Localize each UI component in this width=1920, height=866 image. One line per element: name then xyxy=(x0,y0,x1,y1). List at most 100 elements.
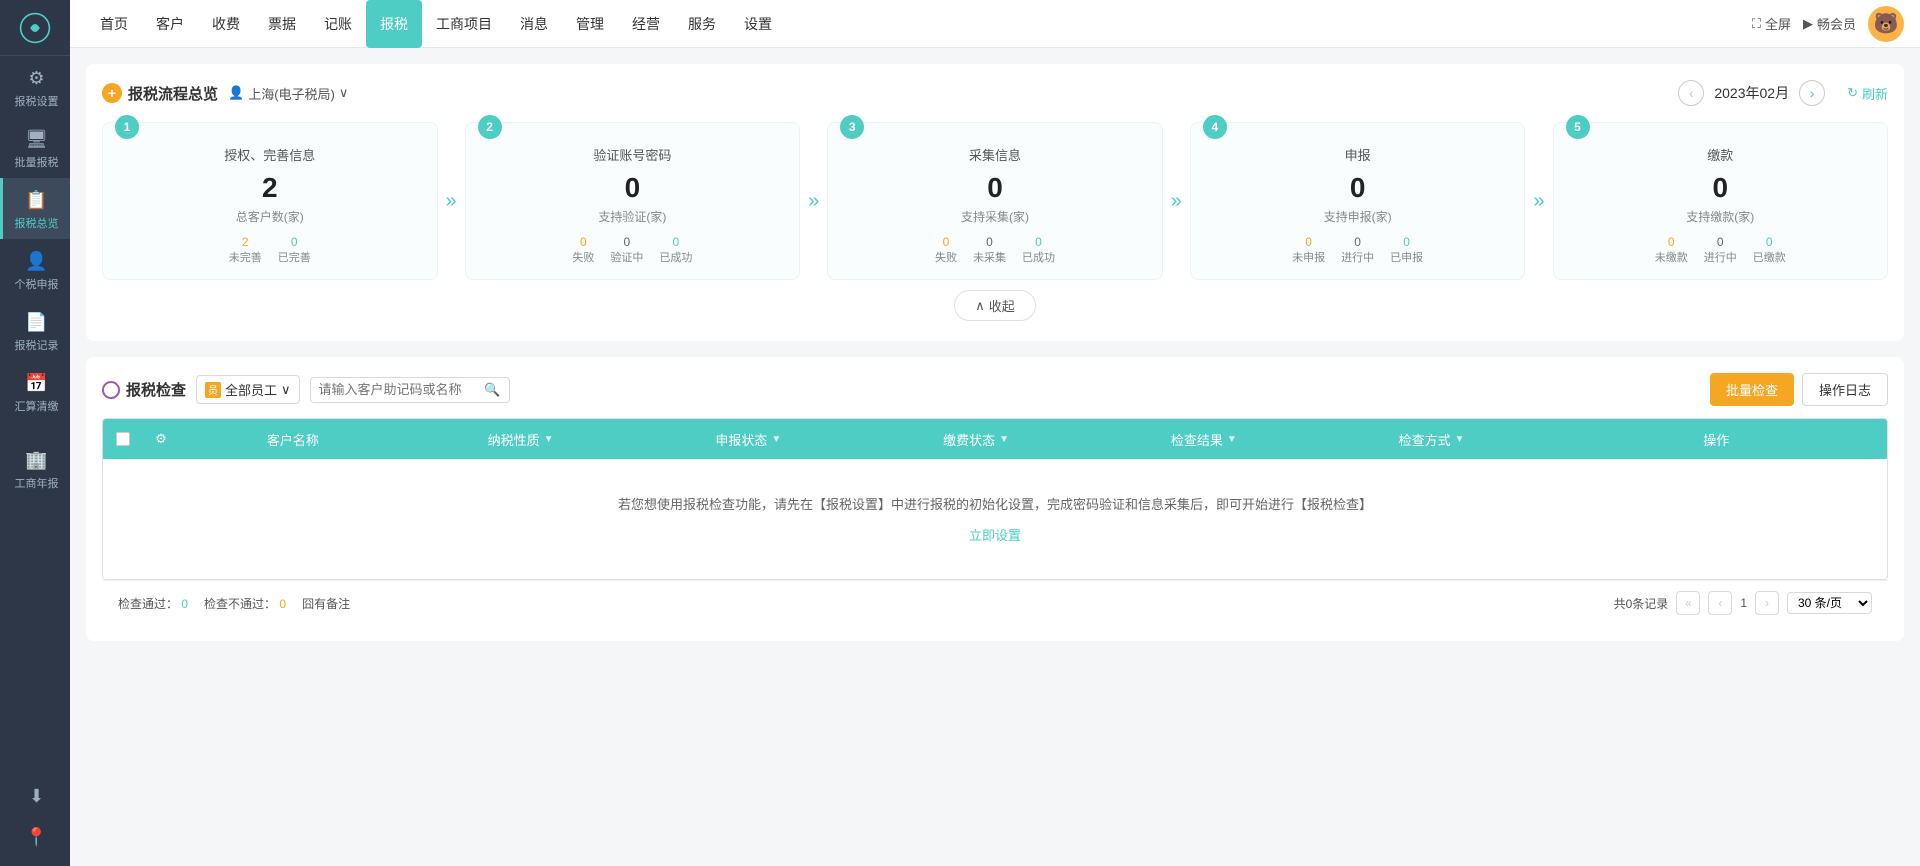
arrow-1: » xyxy=(438,122,465,280)
top-navigation: 首页 客户 收费 票据 记账 报税 工商项目 消息 管理 经营 服务 设置 ⛶ … xyxy=(70,0,1920,48)
sidebar-item-settlement[interactable]: 📅 汇算清缴 xyxy=(0,361,70,422)
sidebar-item-annual-report[interactable]: 🏢 工商年报 xyxy=(0,438,70,499)
table-header: ⚙ 客户名称 纳税性质 ▼ 申报状态 ▼ 缴费状态 ▼ xyxy=(103,419,1887,459)
sidebar: ⚙ 报税设置 🖥 批量报税 📋 报税总览 👤 个税申报 📄 报税记录 📅 汇算清… xyxy=(0,0,70,866)
sidebar-label-annual-report: 工商年报 xyxy=(15,475,59,491)
gear-icon: ⚙ xyxy=(155,431,167,447)
sidebar-item-download[interactable]: ⬇ xyxy=(0,774,70,815)
sidebar-item-personal-report[interactable]: 👤 个税申报 xyxy=(0,239,70,300)
step-4-sub: 支持申报(家) xyxy=(1207,208,1509,225)
step-4-stats: 0 未申报 0 进行中 0 已申报 xyxy=(1207,235,1509,265)
search-input-wrap: 🔍 xyxy=(310,377,510,403)
col-gear-header[interactable]: ⚙ xyxy=(143,431,179,447)
step-1-stat-0[interactable]: 2 未完善 xyxy=(229,235,262,265)
topnav-right: ⛶ 全屏 ▶ 畅会员 🐻 xyxy=(1752,6,1904,42)
batch-check-button[interactable]: 批量检查 xyxy=(1710,373,1794,406)
step-4-stat-0[interactable]: 0 未申报 xyxy=(1292,235,1325,265)
step-2-title: 验证账号密码 xyxy=(482,145,784,164)
location-badge[interactable]: 👤 上海(电子税局) ∨ xyxy=(228,84,348,103)
sidebar-item-tax-settings[interactable]: ⚙ 报税设置 xyxy=(0,56,70,117)
step-4-stat-2[interactable]: 0 已申报 xyxy=(1390,235,1423,265)
fail-value[interactable]: 0 xyxy=(279,597,286,611)
check-result-filter-icon[interactable]: ▼ xyxy=(1227,434,1237,445)
sidebar-item-location[interactable]: 📍 xyxy=(0,815,70,856)
sidebar-item-batch-tax[interactable]: 🖥 批量报税 xyxy=(0,117,70,178)
operation-log-button[interactable]: 操作日志 xyxy=(1802,373,1888,406)
collapse-up-icon: ∧ xyxy=(975,298,985,314)
check-table: ⚙ 客户名称 纳税性质 ▼ 申报状态 ▼ 缴费状态 ▼ xyxy=(102,418,1888,580)
pass-label: 检查通过： 0 xyxy=(118,595,188,612)
fullscreen-button[interactable]: ⛶ 全屏 xyxy=(1752,14,1791,33)
employee-filter[interactable]: 员 全部员工 ∨ xyxy=(196,375,300,404)
app-logo xyxy=(0,0,70,56)
step-3-count: 0 xyxy=(844,172,1146,204)
nav-fees[interactable]: 收费 xyxy=(198,0,254,48)
annual-report-icon: 🏢 xyxy=(25,450,47,471)
step-3-stat-0[interactable]: 0 失败 xyxy=(935,235,957,265)
step-2-count: 0 xyxy=(482,172,784,204)
step-5-stat-2[interactable]: 0 已缴款 xyxy=(1753,235,1786,265)
month-nav: ‹ 2023年02月 › xyxy=(1678,80,1825,106)
step-5-stat-1[interactable]: 0 进行中 xyxy=(1704,235,1737,265)
nav-business[interactable]: 工商项目 xyxy=(422,0,506,48)
col-check-method-header: 检查方式 ▼ xyxy=(1318,430,1546,449)
arrow-3: » xyxy=(1163,122,1190,280)
sidebar-label-tax-records: 报税记录 xyxy=(15,337,59,353)
nav-management[interactable]: 管理 xyxy=(562,0,618,48)
payment-status-filter-icon[interactable]: ▼ xyxy=(999,434,1009,445)
first-page-button[interactable]: « xyxy=(1676,591,1700,615)
employee-filter-icon: 员 xyxy=(205,382,221,398)
chevron-down-icon: ∨ xyxy=(339,85,349,101)
step-2-stat-1[interactable]: 0 验证中 xyxy=(610,235,643,265)
header-checkbox[interactable] xyxy=(116,432,130,446)
nav-accounting[interactable]: 记账 xyxy=(310,0,366,48)
next-page-button[interactable]: › xyxy=(1755,591,1779,615)
sidebar-item-tax-records[interactable]: 📄 报税记录 xyxy=(0,300,70,361)
step-3-stat-1[interactable]: 0 未采集 xyxy=(973,235,1006,265)
fullscreen-icon: ⛶ xyxy=(1752,16,1761,32)
sidebar-label-tax-settings: 报税设置 xyxy=(15,93,59,109)
nav-operations[interactable]: 经营 xyxy=(618,0,674,48)
collapse-button[interactable]: ∧ 收起 xyxy=(954,290,1036,321)
nav-home[interactable]: 首页 xyxy=(86,0,142,48)
step-3-stat-2[interactable]: 0 已成功 xyxy=(1022,235,1055,265)
step-3-title: 采集信息 xyxy=(844,145,1146,164)
search-input[interactable] xyxy=(319,382,481,397)
step-2-stat-0[interactable]: 0 失败 xyxy=(572,235,594,265)
tax-nature-filter-icon[interactable]: ▼ xyxy=(544,434,554,445)
total-records: 共0条记录 xyxy=(1614,595,1669,612)
setup-link[interactable]: 立即设置 xyxy=(969,525,1021,544)
nav-clients[interactable]: 客户 xyxy=(142,0,198,48)
nav-services[interactable]: 服务 xyxy=(674,0,730,48)
step-2-stat-2[interactable]: 0 已成功 xyxy=(659,235,692,265)
step-4-stat-1[interactable]: 0 进行中 xyxy=(1341,235,1374,265)
batch-tax-icon: 🖥 xyxy=(25,129,48,150)
search-icon[interactable]: 🔍 xyxy=(484,382,500,398)
nav-messages[interactable]: 消息 xyxy=(506,0,562,48)
prev-page-button[interactable]: ‹ xyxy=(1708,591,1732,615)
step-5-stats: 0 未缴款 0 进行中 0 已缴款 xyxy=(1570,235,1872,265)
month-display: 2023年02月 xyxy=(1714,83,1789,103)
nav-invoices[interactable]: 票据 xyxy=(254,0,310,48)
check-header-right: 批量检查 操作日志 xyxy=(1710,373,1888,406)
nav-tax[interactable]: 报税 xyxy=(366,0,422,48)
member-button[interactable]: ▶ 畅会员 xyxy=(1803,14,1856,33)
step-1-count: 2 xyxy=(119,172,421,204)
prev-month-button[interactable]: ‹ xyxy=(1678,80,1704,106)
nav-settings[interactable]: 设置 xyxy=(730,0,786,48)
report-status-filter-icon[interactable]: ▼ xyxy=(771,434,781,445)
note-label: 囧有备注 xyxy=(302,595,350,612)
step-1-stat-1[interactable]: 0 已完善 xyxy=(278,235,311,265)
next-month-button[interactable]: › xyxy=(1799,80,1825,106)
member-label: 畅会员 xyxy=(1817,14,1856,33)
step-5-stat-0[interactable]: 0 未缴款 xyxy=(1655,235,1688,265)
page-size-select[interactable]: 30 条/页 50 条/页 100 条/页 xyxy=(1787,592,1872,614)
fail-label: 检查不通过： 0 xyxy=(204,595,286,612)
avatar[interactable]: 🐻 xyxy=(1868,6,1904,42)
check-method-filter-icon[interactable]: ▼ xyxy=(1455,434,1465,445)
pass-value[interactable]: 0 xyxy=(181,597,188,611)
refresh-button[interactable]: ↻ 刷新 xyxy=(1847,84,1888,103)
refresh-icon: ↻ xyxy=(1847,85,1858,101)
sidebar-item-tax-overview[interactable]: 📋 报税总览 xyxy=(0,178,70,239)
current-page: 1 xyxy=(1740,596,1747,610)
